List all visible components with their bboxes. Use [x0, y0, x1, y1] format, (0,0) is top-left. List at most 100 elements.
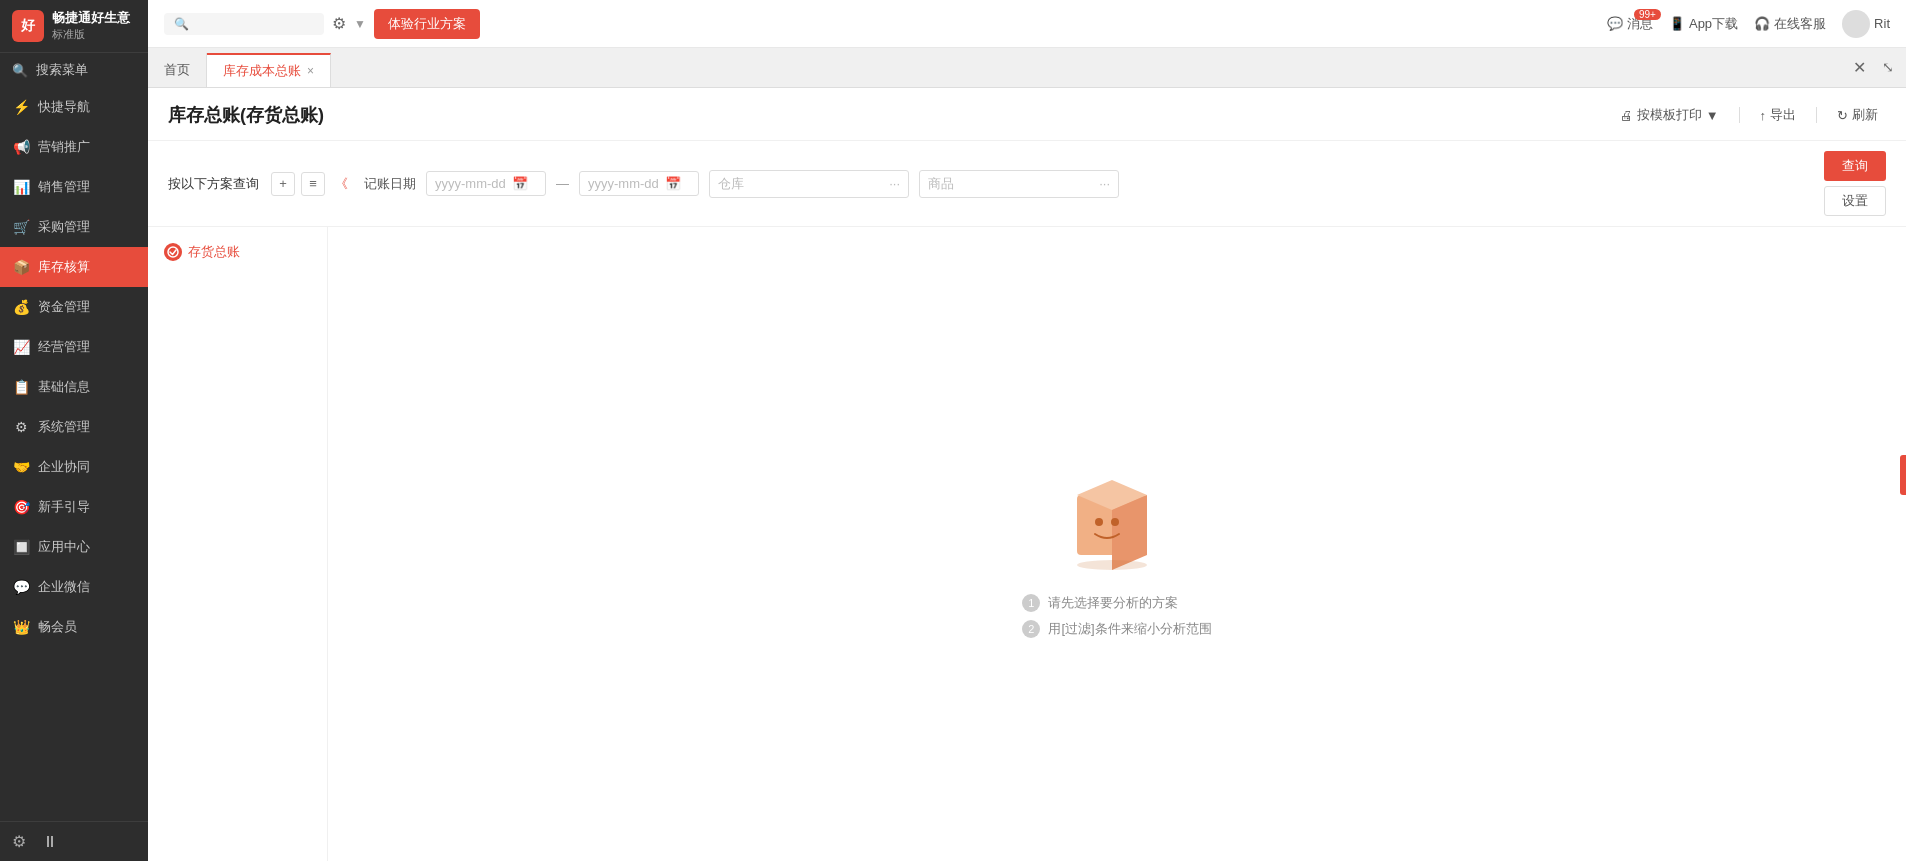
- sidebar-item-finance[interactable]: 💰 资金管理: [0, 287, 148, 327]
- sidebar-bottom: ⚙ ⏸: [0, 821, 148, 861]
- nav-icon-finance: 💰: [12, 298, 30, 316]
- sidebar-item-app-center[interactable]: 🔲 应用中心: [0, 527, 148, 567]
- topbar: 🔍 ⚙ ▼ 体验行业方案 💬 消息 99+ 📱 App下载 🎧 在线客服: [148, 0, 1906, 48]
- filter-bar: 按以下方案查询 + ≡ 《 记账日期 yyyy-mm-dd 📅 — yyyy-m…: [148, 141, 1906, 227]
- nav-label-operations: 经营管理: [38, 338, 90, 356]
- sidebar-item-enterprise[interactable]: 🤝 企业协同: [0, 447, 148, 487]
- empty-svg: [1057, 450, 1177, 570]
- nav-label-quick-nav: 快捷导航: [38, 98, 90, 116]
- industry-btn[interactable]: 体验行业方案: [374, 9, 480, 39]
- nav-label-purchase: 采购管理: [38, 218, 90, 236]
- message-btn[interactable]: 💬 消息 99+: [1607, 15, 1653, 33]
- sidebar-nav: ⚡ 快捷导航 📢 营销推广 📊 销售管理 🛒 采购管理 📦 库存核算 💰 资金管…: [0, 87, 148, 821]
- refresh-icon: ↻: [1837, 108, 1848, 123]
- nav-icon-operations: 📈: [12, 338, 30, 356]
- page-title: 库存总账(存货总账): [168, 103, 324, 127]
- nav-icon-app-center: 🔲: [12, 538, 30, 556]
- date-to-input[interactable]: yyyy-mm-dd 📅: [579, 171, 699, 196]
- nav-label-guide: 新手引导: [38, 498, 90, 516]
- sidebar-item-operations[interactable]: 📈 经营管理: [0, 327, 148, 367]
- sidebar-item-guide[interactable]: 🎯 新手引导: [0, 487, 148, 527]
- refresh-btn[interactable]: ↻ 刷新: [1829, 102, 1886, 128]
- sidebar-item-basic-info[interactable]: 📋 基础信息: [0, 367, 148, 407]
- settings-btn[interactable]: 设置: [1824, 186, 1886, 216]
- sidebar-item-wechat[interactable]: 💬 企业微信: [0, 567, 148, 607]
- filter-add-btn[interactable]: +: [271, 172, 295, 196]
- filter-label: 按以下方案查询: [168, 175, 259, 193]
- print-template-btn[interactable]: 🖨 按模板打印 ▼: [1612, 102, 1727, 128]
- calendar-icon-from[interactable]: 📅: [512, 176, 528, 191]
- scheme-icon: [164, 243, 182, 261]
- export-icon: ↑: [1760, 108, 1767, 123]
- filter-menu-btn[interactable]: ≡: [301, 172, 325, 196]
- nav-icon-wechat: 💬: [12, 578, 30, 596]
- app-logo-icon: 好: [12, 10, 44, 42]
- scheme-item-inventory[interactable]: 存货总账: [148, 235, 327, 269]
- empty-tip-2: 2 用[过滤]条件来缩小分析范围: [1022, 620, 1211, 638]
- tab-inventory-ledger[interactable]: 库存成本总账 ×: [207, 53, 331, 87]
- product-more-icon: ···: [1099, 176, 1110, 191]
- sidebar-item-purchase[interactable]: 🛒 采购管理: [0, 207, 148, 247]
- sidebar-item-marketing[interactable]: 📢 营销推广: [0, 127, 148, 167]
- export-btn[interactable]: ↑ 导出: [1752, 102, 1805, 128]
- topbar-gear-icon[interactable]: ⚙: [332, 14, 346, 33]
- action-separator-1: [1739, 107, 1740, 123]
- nav-label-app-center: 应用中心: [38, 538, 90, 556]
- tab-home[interactable]: 首页: [148, 53, 207, 87]
- message-icon: 💬: [1607, 16, 1623, 31]
- online-service-btn[interactable]: 🎧 在线客服: [1754, 15, 1826, 33]
- date-from-placeholder: yyyy-mm-dd: [435, 176, 506, 191]
- content-area: 存货总账: [148, 227, 1906, 861]
- tab-close-btn[interactable]: ×: [307, 64, 314, 78]
- main-area: 🔍 ⚙ ▼ 体验行业方案 💬 消息 99+ 📱 App下载 🎧 在线客服: [148, 0, 1906, 861]
- app-logo-text: 畅捷通好生意 标准版: [52, 10, 130, 41]
- product-select[interactable]: 商品 ···: [919, 170, 1119, 198]
- nav-icon-sales: 📊: [12, 178, 30, 196]
- user-menu[interactable]: Rit: [1842, 10, 1890, 38]
- query-btn[interactable]: 查询: [1824, 151, 1886, 181]
- sidebar-item-sales[interactable]: 📊 销售管理: [0, 167, 148, 207]
- sidebar-item-inventory[interactable]: 📦 库存核算: [0, 247, 148, 287]
- tip-2-num: 2: [1022, 620, 1040, 638]
- date-from-input[interactable]: yyyy-mm-dd 📅: [426, 171, 546, 196]
- sidebar-item-member[interactable]: 👑 畅会员: [0, 607, 148, 647]
- nav-icon-quick-nav: ⚡: [12, 98, 30, 116]
- date-to-placeholder: yyyy-mm-dd: [588, 176, 659, 191]
- settings-icon[interactable]: ⚙: [12, 832, 26, 851]
- message-badge: 99+: [1634, 9, 1661, 20]
- search-icon: 🔍: [12, 63, 28, 78]
- warehouse-select[interactable]: 仓库 ···: [709, 170, 909, 198]
- topbar-search-box[interactable]: 🔍: [164, 13, 324, 35]
- window-close-icon[interactable]: ✕: [1849, 54, 1870, 81]
- tab-close-area: ✕ ⤡: [1849, 47, 1906, 87]
- tip-1-text: 请先选择要分析的方案: [1048, 594, 1178, 612]
- username-label: Rit: [1874, 16, 1890, 31]
- print-dropdown-icon: ▼: [1706, 108, 1719, 123]
- window-resize-icon[interactable]: ⤡: [1878, 55, 1898, 79]
- sidebar-item-system[interactable]: ⚙ 系统管理: [0, 407, 148, 447]
- calendar-icon-to[interactable]: 📅: [665, 176, 681, 191]
- svg-point-5: [1111, 518, 1119, 526]
- nav-icon-member: 👑: [12, 618, 30, 636]
- sidebar-logo: 好 畅捷通好生意 标准版: [0, 0, 148, 53]
- topbar-right: 💬 消息 99+ 📱 App下载 🎧 在线客服 Rit: [1607, 10, 1890, 38]
- filter-collapse-btn[interactable]: 《: [331, 175, 352, 193]
- tip-2-text: 用[过滤]条件来缩小分析范围: [1048, 620, 1211, 638]
- empty-state: 1 请先选择要分析的方案 2 用[过滤]条件来缩小分析范围: [328, 227, 1906, 861]
- tab-home-label: 首页: [164, 61, 190, 79]
- scheme-list: 存货总账: [148, 227, 328, 861]
- nav-label-enterprise: 企业协同: [38, 458, 90, 476]
- page-actions: 🖨 按模板打印 ▼ ↑ 导出 ↻ 刷新: [1612, 102, 1886, 128]
- sidebar-item-quick-nav[interactable]: ⚡ 快捷导航: [0, 87, 148, 127]
- headset-icon: 🎧: [1754, 16, 1770, 31]
- page-content: 库存总账(存货总账) 🖨 按模板打印 ▼ ↑ 导出 ↻ 刷新: [148, 88, 1906, 861]
- filter-actions: + ≡ 《: [271, 172, 352, 196]
- app-download-btn[interactable]: 📱 App下载: [1669, 15, 1738, 33]
- sidebar-search[interactable]: 🔍 搜索菜单: [0, 53, 148, 87]
- empty-text: 1 请先选择要分析的方案 2 用[过滤]条件来缩小分析范围: [1022, 594, 1211, 638]
- nav-label-sales: 销售管理: [38, 178, 90, 196]
- right-edge-indicator: [1900, 455, 1906, 495]
- tab-inventory-ledger-label: 库存成本总账: [223, 62, 301, 80]
- product-placeholder: 商品: [928, 175, 954, 193]
- audio-icon[interactable]: ⏸: [42, 833, 58, 851]
